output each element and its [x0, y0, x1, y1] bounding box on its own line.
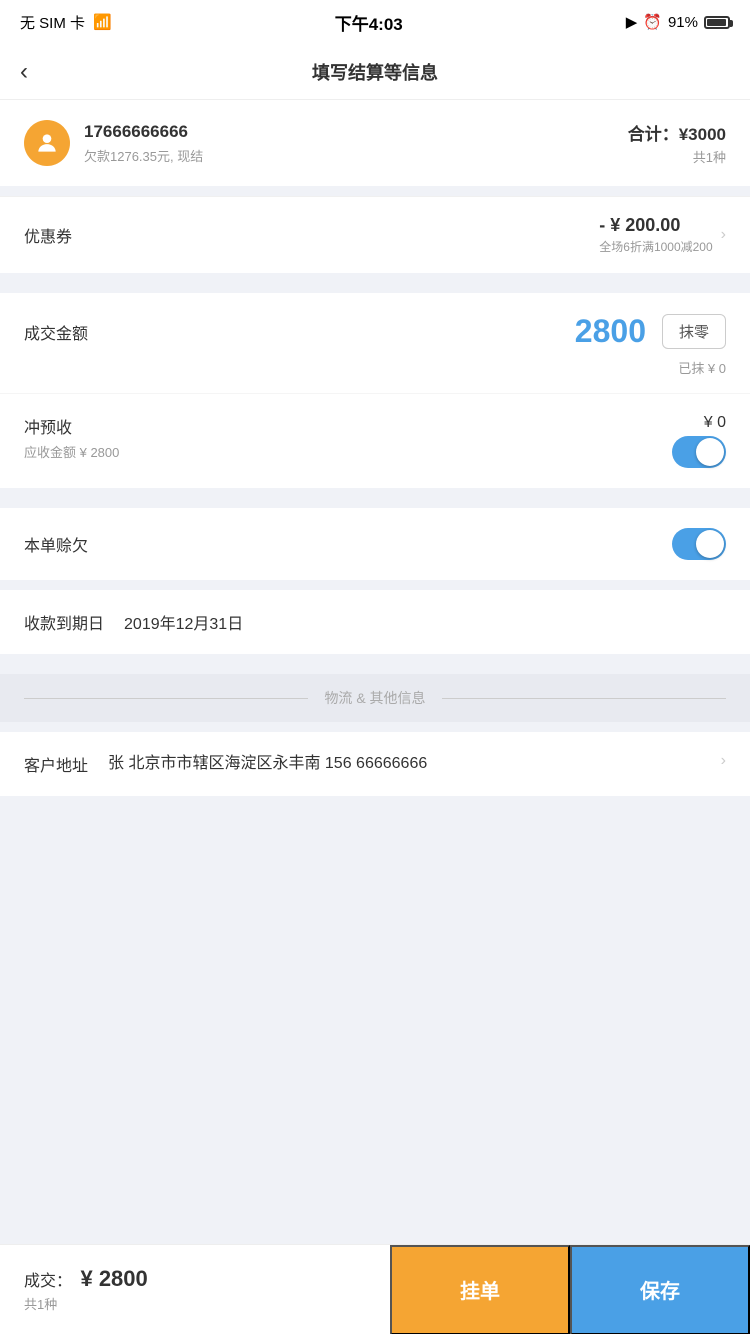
- due-date-label: 收款到期日: [24, 610, 104, 634]
- prepay-toggle-thumb: [696, 438, 724, 466]
- bottom-summary: 成交： ¥ 2800 共1种: [0, 1266, 390, 1313]
- coupon-discount: - ¥ 200.00: [599, 215, 712, 236]
- debt-section: 本单赊欠: [0, 508, 750, 580]
- prepay-amount: ¥ 0: [704, 414, 726, 432]
- prepay-sub: 应收金额 ¥ 2800: [24, 442, 119, 461]
- bottom-bar: 成交： ¥ 2800 共1种 挂单 保存: [0, 1244, 750, 1334]
- coupon-row[interactable]: 优惠券 - ¥ 200.00 全场6折满1000减200 ›: [0, 196, 750, 273]
- location-icon: ▶: [626, 13, 638, 31]
- amount-right: 2800 抹零: [575, 313, 726, 350]
- debt-toggle[interactable]: [672, 528, 726, 560]
- pending-button[interactable]: 挂单: [390, 1245, 570, 1334]
- amount-sub: 已抹 ¥ 0: [0, 358, 750, 393]
- sim-text: 无 SIM 卡: [20, 12, 85, 33]
- prepay-label: 冲预收: [24, 414, 119, 438]
- back-button[interactable]: ‹: [20, 58, 28, 86]
- total-amount: 合计：¥3000: [628, 120, 726, 145]
- bottom-spacer: [0, 806, 750, 1006]
- bottom-deal-label: 成交：: [24, 1273, 72, 1290]
- status-bar: 无 SIM 卡 📶 下午4:03 ▶ ⏰ 91%: [0, 0, 750, 44]
- save-button[interactable]: 保存: [570, 1245, 750, 1334]
- logistics-divider: 物流 & 其他信息: [0, 674, 750, 722]
- due-date-value: 2019年12月31日: [124, 610, 243, 634]
- user-sub: 欠款1276.35元, 现结: [84, 146, 203, 165]
- separator-3: [0, 664, 750, 674]
- alarm-icon: ⏰: [643, 13, 662, 31]
- battery-percent: 91%: [668, 14, 698, 31]
- deal-amount-section: 成交金额 2800 抹零 已抹 ¥ 0 冲预收 应收金额 ¥ 2800 ¥ 0: [0, 293, 750, 488]
- address-chevron-icon: ›: [721, 752, 726, 770]
- status-time: 下午4:03: [335, 10, 403, 35]
- address-label: 客户地址: [24, 752, 88, 776]
- user-phone: 17666666666: [84, 122, 203, 142]
- nav-bar: ‹ 填写结算等信息: [0, 44, 750, 100]
- user-left: 17666666666 欠款1276.35元, 现结: [24, 120, 203, 166]
- coupon-desc: 全场6折满1000减200: [599, 238, 712, 255]
- divider-line-left: [24, 698, 308, 699]
- coupon-right: - ¥ 200.00 全场6折满1000减200: [599, 215, 712, 255]
- address-row[interactable]: 客户地址 张 北京市市辖区海淀区永丰南 156 66666666 ›: [0, 732, 750, 796]
- prepay-toggle[interactable]: [672, 436, 726, 468]
- due-date-section: 收款到期日 2019年12月31日: [0, 590, 750, 654]
- avatar: [24, 120, 70, 166]
- amount-number: 2800: [575, 313, 646, 350]
- bottom-amount: ¥ 2800: [80, 1266, 147, 1291]
- wifi-icon: 📶: [93, 13, 112, 31]
- logistics-label: 物流 & 其他信息: [324, 688, 425, 708]
- status-right: ▶ ⏰ 91%: [626, 13, 730, 31]
- prepay-label-group: 冲预收 应收金额 ¥ 2800: [24, 414, 119, 461]
- content: 17666666666 欠款1276.35元, 现结 合计：¥3000 共1种 …: [0, 100, 750, 1106]
- debt-toggle-thumb: [696, 530, 724, 558]
- prepay-right: ¥ 0: [672, 414, 726, 468]
- bottom-count: 共1种: [24, 1294, 366, 1313]
- bottom-deal-row: 成交： ¥ 2800: [24, 1266, 366, 1292]
- separator-2: [0, 498, 750, 508]
- amount-label: 成交金额: [24, 320, 88, 344]
- user-row: 17666666666 欠款1276.35元, 现结 合计：¥3000 共1种: [0, 100, 750, 186]
- divider-line-right: [442, 698, 726, 699]
- status-left: 无 SIM 卡 📶: [20, 12, 112, 33]
- user-right: 合计：¥3000 共1种: [628, 120, 726, 166]
- battery-icon: [704, 16, 730, 29]
- round-button[interactable]: 抹零: [662, 314, 726, 349]
- prepay-row: 冲预收 应收金额 ¥ 2800 ¥ 0: [0, 393, 750, 488]
- page-title: 填写结算等信息: [312, 59, 438, 85]
- coupon-chevron-icon: ›: [721, 226, 726, 244]
- total-count: 共1种: [628, 147, 726, 166]
- user-info: 17666666666 欠款1276.35元, 现结: [84, 122, 203, 165]
- debt-label: 本单赊欠: [24, 532, 88, 556]
- separator-1: [0, 283, 750, 293]
- coupon-label: 优惠券: [24, 223, 72, 247]
- address-value: 张 北京市市辖区海淀区永丰南 156 66666666: [108, 752, 711, 776]
- amount-row: 成交金额 2800 抹零: [0, 293, 750, 358]
